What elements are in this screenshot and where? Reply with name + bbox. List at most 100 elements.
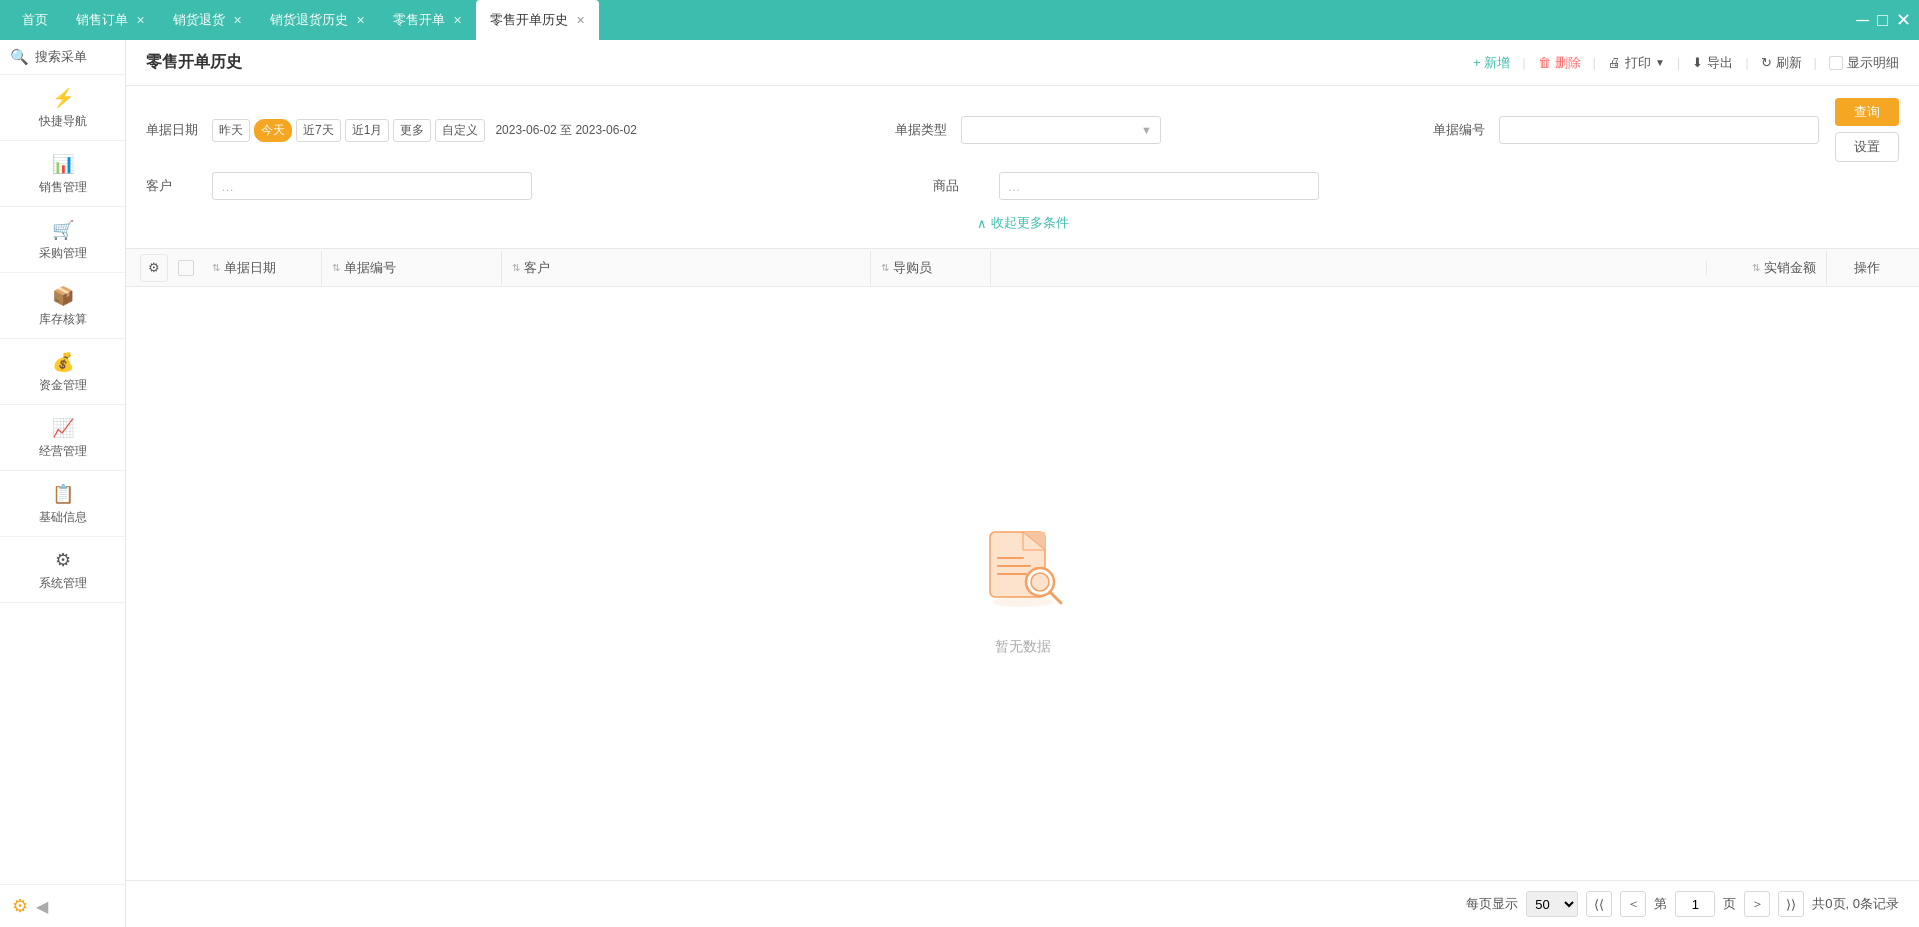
sidebar-item-finance[interactable]: 💰 资金管理 [0,339,125,405]
tab-sales-return[interactable]: 销货退货 ✕ [159,0,256,40]
sort-icon-guide[interactable]: ⇅ [881,262,889,273]
sidebar: 🔍 搜索采单 ⚡ 快捷导航 📊 销售管理 🛒 采购管理 📦 库存核算 💰 [0,40,126,927]
settings-icon[interactable]: ⚙ [12,895,28,917]
sidebar-item-purchase-mgmt[interactable]: 🛒 采购管理 [0,207,125,273]
next-page-btn[interactable]: ＞ [1744,891,1770,917]
sidebar-item-sales-mgmt-label: 销售管理 [39,179,87,196]
query-setting-group: 查询 设置 [1835,98,1899,162]
tab-retail-open-close[interactable]: ✕ [453,14,462,27]
table-header: ⚙ ⇅ 单据日期 ⇅ 单据编号 ⇅ 客户 [126,249,1919,287]
th-middle [991,260,1707,276]
svg-point-9 [1031,573,1049,591]
sort-icon-date[interactable]: ⇅ [212,262,220,273]
tab-retail-open[interactable]: 零售开单 ✕ [379,0,476,40]
tab-sales-order[interactable]: 销售订单 ✕ [62,0,159,40]
sort-icon-number[interactable]: ⇅ [332,262,340,273]
query-button[interactable]: 查询 [1835,98,1899,126]
tab-retail-open-label: 零售开单 [393,11,445,29]
customer-input[interactable]: … [212,172,532,200]
business-mgmt-icon: 📈 [52,417,74,439]
sidebar-item-sales-mgmt[interactable]: 📊 销售管理 [0,141,125,207]
tab-sales-return-label: 销货退货 [173,11,225,29]
sidebar-item-business-mgmt[interactable]: 📈 经营管理 [0,405,125,471]
date-yesterday-btn[interactable]: 昨天 [212,119,250,142]
goods-label: 商品 [933,177,993,195]
sidebar-item-system-mgmt[interactable]: ⚙ 系统管理 [0,537,125,603]
close-btn[interactable]: ✕ [1896,9,1911,31]
print-button-label: 打印 [1625,54,1651,72]
refresh-button[interactable]: ↻ 刷新 [1761,54,1802,72]
date-7days-btn[interactable]: 近7天 [296,119,341,142]
sort-icon-amount[interactable]: ⇅ [1752,262,1760,273]
maximize-btn[interactable]: □ [1877,10,1888,31]
number-field: 单据编号 [1433,116,1819,144]
date-label: 单据日期 [146,121,206,139]
sidebar-item-finance-label: 资金管理 [39,377,87,394]
add-button-label: + 新增 [1473,54,1510,72]
page-input[interactable] [1675,891,1715,917]
number-input[interactable] [1499,116,1819,144]
sort-icon-customer[interactable]: ⇅ [512,262,520,273]
refresh-icon: ↻ [1761,55,1772,70]
system-mgmt-icon: ⚙ [55,549,71,571]
last-page-btn[interactable]: ⟩⟩ [1778,891,1804,917]
table-checkbox-col [170,260,202,276]
date-1month-btn[interactable]: 近1月 [345,119,390,142]
th-action-label: 操作 [1854,259,1880,277]
prev-page-btn[interactable]: ＜ [1620,891,1646,917]
print-button[interactable]: 🖨 打印 ▼ [1608,54,1665,72]
goods-placeholder: … [1008,179,1021,194]
add-button[interactable]: + 新增 [1473,54,1510,72]
tab-sales-return-history-close[interactable]: ✕ [356,14,365,27]
sidebar-item-system-mgmt-label: 系统管理 [39,575,87,592]
tab-bar: 首页 销售订单 ✕ 销货退货 ✕ 销货退货历史 ✕ 零售开单 ✕ 零售开单历史 … [0,0,1919,40]
minimize-btn[interactable]: ─ [1856,10,1869,31]
quick-nav-icon: ⚡ [52,87,74,109]
sidebar-item-inventory[interactable]: 📦 库存核算 [0,273,125,339]
tab-retail-history[interactable]: 零售开单历史 ✕ [476,0,599,40]
th-amount-label: 实销金额 [1764,259,1816,277]
setting-button[interactable]: 设置 [1835,132,1899,162]
display-detail-checkbox[interactable] [1829,56,1843,70]
date-more-btn[interactable]: 更多 [393,119,431,142]
delete-button[interactable]: 🗑 删除 [1538,54,1581,72]
print-chevron-icon: ▼ [1655,57,1665,68]
display-detail-toggle[interactable]: 显示明细 [1829,54,1899,72]
type-select[interactable]: ▼ [961,116,1161,144]
export-button-label: 导出 [1707,54,1733,72]
type-label: 单据类型 [895,121,955,139]
type-field: 单据类型 ▼ [895,116,1175,144]
tab-sales-return-history[interactable]: 销货退货历史 ✕ [256,0,379,40]
sidebar-search[interactable]: 🔍 搜索采单 [0,40,125,75]
per-page-select[interactable]: 50 10 20 100 [1526,891,1578,917]
tab-sales-return-close[interactable]: ✕ [233,14,242,27]
table-select-all-checkbox[interactable] [178,260,194,276]
sidebar-item-basic-info[interactable]: 📋 基础信息 [0,471,125,537]
sidebar-collapse-icon[interactable]: ◀ [36,897,48,916]
page-label: 页 [1723,895,1736,913]
tab-home[interactable]: 首页 [8,0,62,40]
th-number-label: 单据编号 [344,259,396,277]
tab-sales-order-close[interactable]: ✕ [136,14,145,27]
sidebar-bottom: ⚙ ◀ [0,884,125,927]
first-page-btn[interactable]: ⟨⟨ [1586,891,1612,917]
sidebar-item-purchase-mgmt-label: 采购管理 [39,245,87,262]
per-page-label: 每页显示 [1466,895,1518,913]
th-customer-label: 客户 [524,259,550,277]
date-today-btn[interactable]: 今天 [254,119,292,142]
tab-retail-history-label: 零售开单历史 [490,11,568,29]
tab-retail-history-close[interactable]: ✕ [576,14,585,27]
export-button[interactable]: ⬇ 导出 [1692,54,1733,72]
sidebar-item-business-mgmt-label: 经营管理 [39,443,87,460]
pagination: 每页显示 50 10 20 100 ⟨⟨ ＜ 第 页 ＞ ⟩⟩ 共0页, 0条记… [126,880,1919,927]
collapse-conditions-btn[interactable]: ∧ 收起更多条件 [146,210,1899,236]
search-icon: 🔍 [10,48,29,66]
sidebar-item-quick-nav[interactable]: ⚡ 快捷导航 [0,75,125,141]
th-customer: ⇅ 客户 [502,251,871,285]
table-column-settings-btn[interactable]: ⚙ [140,254,168,282]
basic-info-icon: 📋 [52,483,74,505]
date-custom-btn[interactable]: 自定义 [435,119,485,142]
goods-input[interactable]: … [999,172,1319,200]
search-form: 单据日期 昨天 今天 近7天 近1月 更多 自定义 2023-06-02 至 2… [126,86,1919,249]
th-action: 操作 [1827,251,1907,285]
